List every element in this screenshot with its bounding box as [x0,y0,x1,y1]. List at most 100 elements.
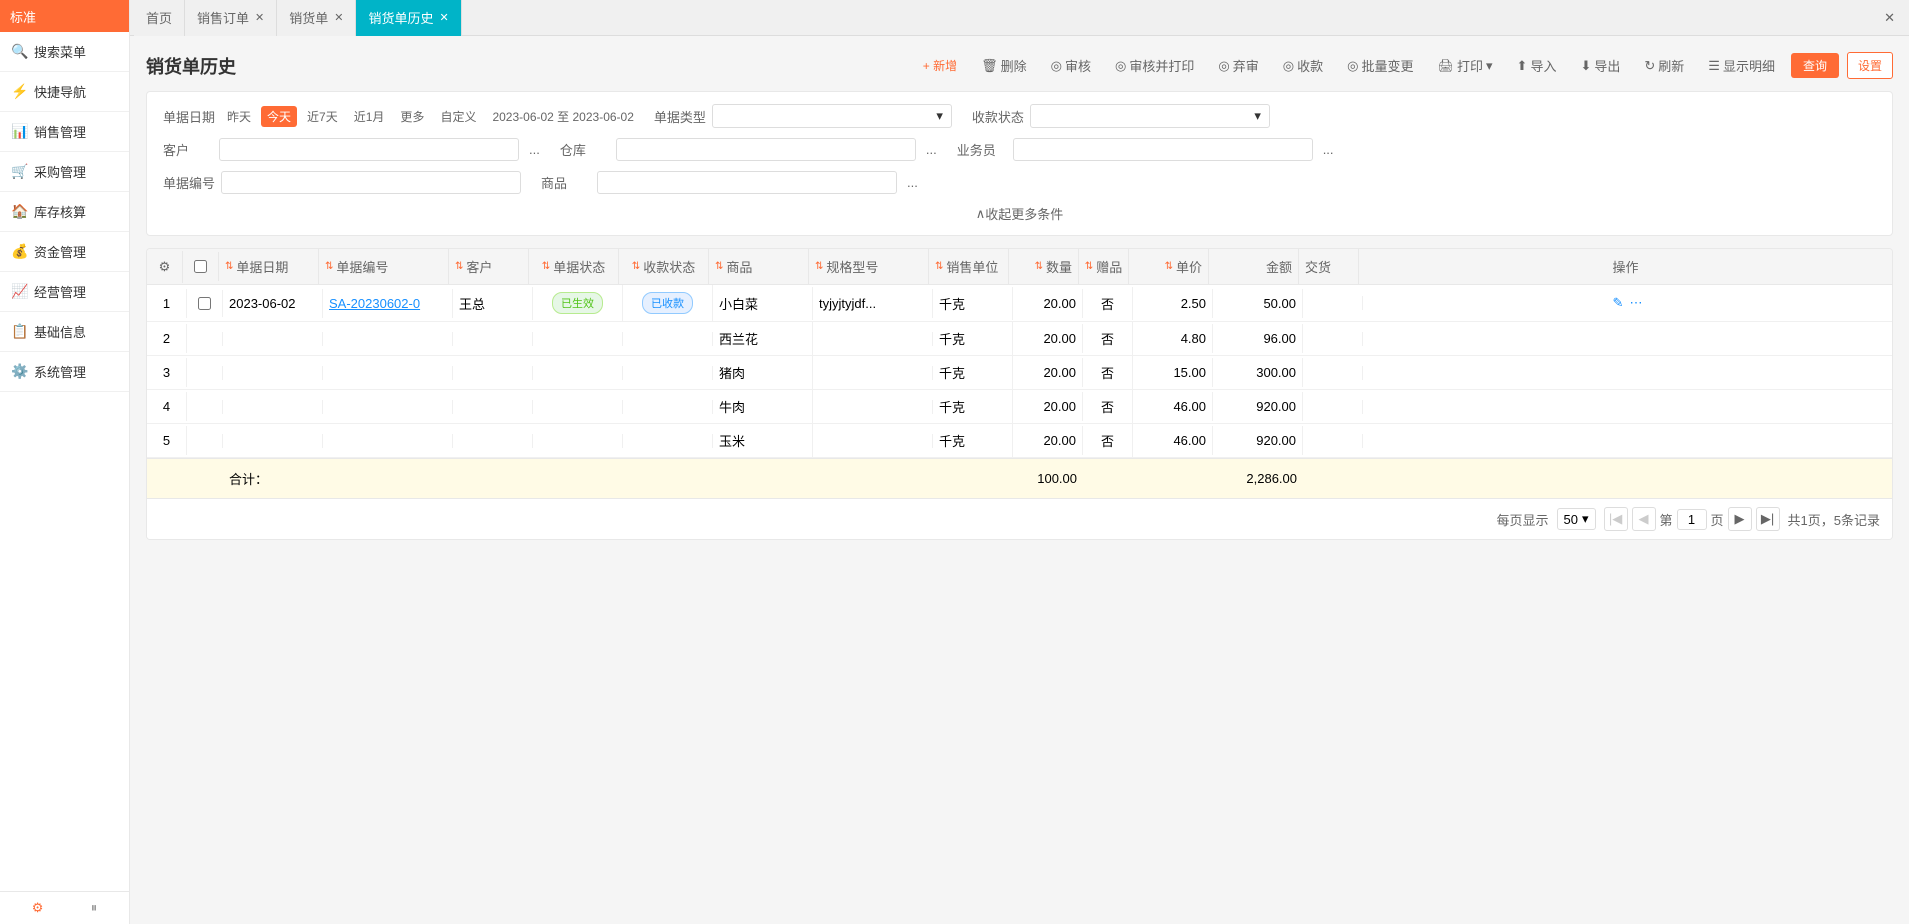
td-amount-3: 300.00 [1213,358,1303,387]
td-action-5 [1363,434,1892,448]
close-all-tabs-button[interactable]: ✕ [1874,10,1905,26]
next-page-button[interactable]: ▶ [1728,507,1752,531]
page-number-input[interactable]: 1 [1677,509,1707,530]
prev-page-button[interactable]: ◀ [1632,507,1656,531]
th-sort-date-icon[interactable]: ⇅ [225,261,233,272]
close-sales-delivery-tab-icon[interactable]: ✕ [334,11,343,24]
operations-icon: 📈 [12,284,28,300]
th-sort-product-icon[interactable]: ⇅ [715,261,723,272]
th-sort-gift-icon[interactable]: ⇅ [1085,261,1093,272]
td-idx-5: 5 [147,426,187,455]
tab-sales-order[interactable]: 销售订单 ✕ [185,0,277,36]
data-table: ⚙ ⇅ 单据日期 ⇅ 单据编号 ⇅ 客户 ⇅ [146,248,1893,540]
refresh-button[interactable]: ↻ 刷新 [1636,52,1692,79]
td-price-2: 4.80 [1133,324,1213,353]
tab-home[interactable]: 首页 [134,0,185,36]
th-settings[interactable]: ⚙ [147,251,183,283]
salesperson-ellipsis-btn[interactable]: ... [1323,142,1334,157]
edit-icon-1[interactable]: ✎ [1613,295,1624,311]
th-sort-status-icon[interactable]: ⇅ [542,261,550,272]
td-recv-3 [623,366,713,380]
th-sort-spec-icon[interactable]: ⇅ [815,261,823,272]
sidebar-collapse-icon[interactable]: ⏸ [91,900,98,916]
sidebar-settings-icon[interactable]: ⚙ [32,900,44,916]
customer-label: 客户 [163,140,213,159]
td-product-1: 小白菜 [713,287,813,320]
query-button[interactable]: 查询 [1791,53,1839,78]
warehouse-input[interactable] [616,138,916,161]
salesperson-filter-group: 业务员 ... [957,138,1334,161]
select-all-checkbox[interactable] [194,260,207,273]
per-page-select[interactable]: 50 ▾ [1557,508,1596,530]
product-ellipsis-btn[interactable]: ... [907,175,918,190]
recv-status-select[interactable]: ▾ [1030,104,1270,128]
table-settings-icon[interactable]: ⚙ [159,259,171,275]
doc-no-link-1[interactable]: SA-20230602-0 [329,296,420,311]
warehouse-ellipsis-btn[interactable]: ... [926,142,937,157]
first-page-button[interactable]: |◀ [1604,507,1628,531]
customer-ellipsis-btn[interactable]: ... [529,142,540,157]
th-sort-no-icon[interactable]: ⇅ [325,261,333,272]
tab-sales-delivery[interactable]: 销货单 ✕ [277,0,356,36]
th-sort-customer-icon[interactable]: ⇅ [455,261,463,272]
audit-print-button[interactable]: ◎ 审核并打印 [1107,52,1202,79]
th-sort-qty-icon[interactable]: ⇅ [1035,261,1043,272]
recv-status-filter-group: 收款状态 ▾ [972,104,1270,128]
th-status: ⇅ 单据状态 [529,249,619,284]
sidebar-item-inventory[interactable]: 🏠 库存核算 [0,192,129,232]
abandon-button[interactable]: ◎ 弃审 [1210,52,1266,79]
td-trade-2 [1303,332,1363,346]
salesperson-input[interactable] [1013,138,1313,161]
td-amount-1: 50.00 [1213,289,1303,318]
import-button[interactable]: ⬆ 导入 [1509,52,1565,79]
shortcut-7days[interactable]: 近7天 [301,106,344,127]
sidebar-item-search-menu[interactable]: 🔍 搜索菜单 [0,32,129,72]
delete-icon: 🗑 [981,58,998,74]
td-no-1: SA-20230602-0 [323,289,453,318]
shortcut-yesterday[interactable]: 昨天 [221,106,257,127]
th-sort-recv-icon[interactable]: ⇅ [632,261,640,272]
th-no: ⇅ 单据编号 [319,249,449,284]
new-button[interactable]: + 新增 [915,53,965,78]
collapse-filter-button[interactable]: ∧ 收起更多条件 [163,204,1876,223]
doc-no-input[interactable] [221,171,521,194]
close-sales-order-tab-icon[interactable]: ✕ [255,11,264,24]
show-detail-icon: ☰ [1708,58,1720,74]
summary-total-amount: 2,286.00 [1246,471,1297,486]
close-sales-history-tab-icon[interactable]: ✕ [440,11,449,24]
td-action-4 [1363,400,1892,414]
td-amount-2: 96.00 [1213,324,1303,353]
sidebar-item-operations[interactable]: 📈 经营管理 [0,272,129,312]
receive-button[interactable]: ◎ 收款 [1275,52,1331,79]
sidebar-item-finance[interactable]: 💰 资金管理 [0,232,129,272]
td-check-3 [187,366,223,380]
audit-button[interactable]: ◎ 审核 [1043,52,1099,79]
print-button[interactable]: 🖨 打印 ▾ [1429,52,1500,79]
export-button[interactable]: ⬇ 导出 [1572,52,1628,79]
sidebar-item-purchase-mgmt[interactable]: 🛒 采购管理 [0,152,129,192]
doc-type-select[interactable]: ▾ [712,104,952,128]
shortcut-custom[interactable]: 自定义 [434,106,482,127]
batch-change-button[interactable]: ◎ 批量变更 [1339,52,1421,79]
last-page-button[interactable]: ▶| [1756,507,1780,531]
sidebar-item-system-mgmt[interactable]: ⚙️ 系统管理 [0,352,129,392]
shortcut-1month[interactable]: 近1月 [348,106,391,127]
more-icon-1[interactable]: ⋯ [1629,295,1642,311]
sidebar-item-sales-mgmt[interactable]: 📊 销售管理 [0,112,129,152]
settings-button[interactable]: 设置 [1847,52,1893,79]
refresh-icon: ↻ [1644,58,1655,74]
show-detail-button[interactable]: ☰ 显示明细 [1700,52,1783,79]
th-sort-price-icon[interactable]: ⇅ [1165,261,1173,272]
product-label: 商品 [541,173,591,192]
customer-input[interactable] [219,138,519,161]
shortcut-more[interactable]: 更多 [394,106,430,127]
shortcut-today[interactable]: 今天 [261,106,297,127]
row-checkbox-1[interactable] [198,297,211,310]
delete-button[interactable]: 🗑 删除 [973,52,1035,79]
product-input[interactable] [597,171,897,194]
sidebar-item-basic-info[interactable]: 📋 基础信息 [0,312,129,352]
sidebar-item-quick-nav[interactable]: ⚡ 快捷导航 [0,72,129,112]
td-status-3 [533,366,623,380]
tab-sales-history[interactable]: 销货单历史 ✕ [356,0,461,36]
th-sort-unit-icon[interactable]: ⇅ [935,261,943,272]
